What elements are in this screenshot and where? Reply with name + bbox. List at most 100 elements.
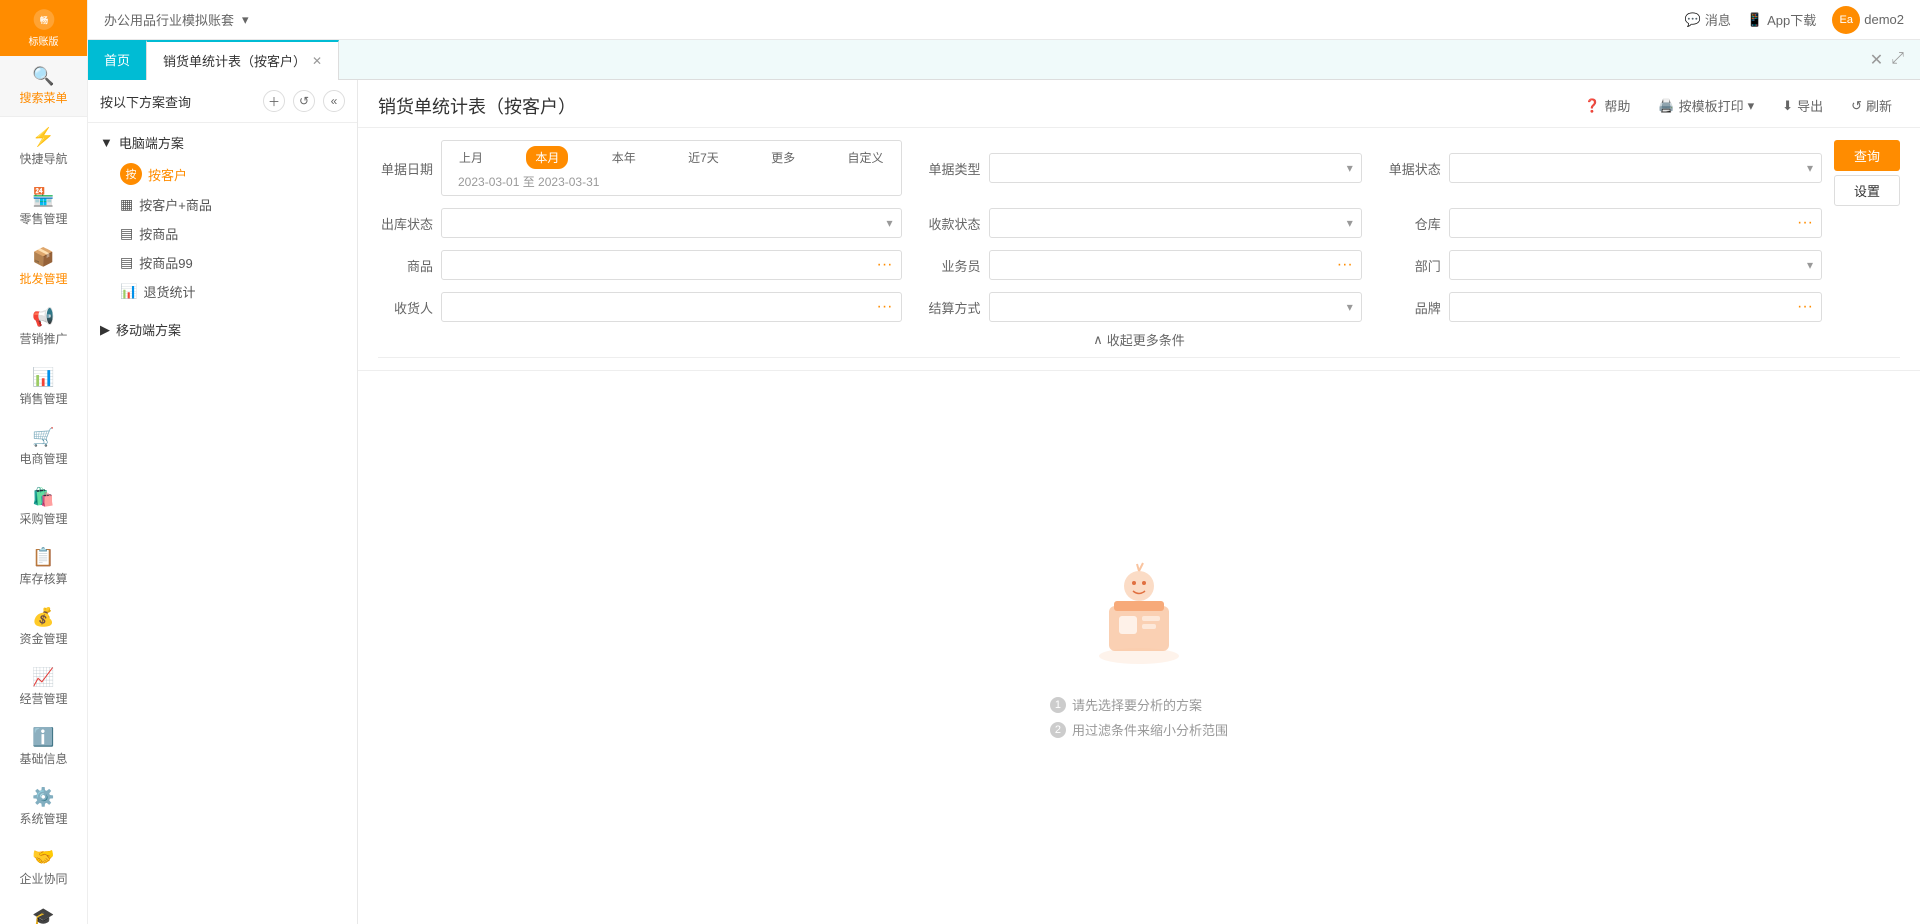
status-chevron-icon: ▾ <box>1807 161 1813 175</box>
finance-label: 资金管理 <box>19 630 67 647</box>
tree-child-by-customer[interactable]: 按 按客户 <box>108 158 357 190</box>
sidebar-item-collab[interactable]: 🤝 企业协同 <box>0 837 87 897</box>
operations-label: 经营管理 <box>19 690 67 707</box>
collection-chevron-icon: ▾ <box>1347 216 1353 230</box>
help-btn[interactable]: ❓ 帮助 <box>1576 92 1638 119</box>
salesperson-control[interactable]: ··· <box>989 250 1362 280</box>
sidebar-quicknav[interactable]: ⚡ 快捷导航 <box>0 117 87 177</box>
brand-dots[interactable]: ··· <box>1797 298 1813 316</box>
warehouse-control[interactable]: ··· <box>1449 208 1822 238</box>
tree-section-label: 电脑端方案 <box>119 133 184 152</box>
brand-label: 品牌 <box>1386 298 1441 317</box>
settlement-control[interactable]: ▾ <box>989 292 1362 322</box>
system-label: 系统管理 <box>19 810 67 827</box>
date-more[interactable]: 更多 <box>762 146 804 169</box>
query-btn[interactable]: 查询 <box>1834 140 1900 171</box>
warehouse-dots[interactable]: ··· <box>1797 214 1813 232</box>
collapse-row[interactable]: ∧ 收起更多条件 <box>378 322 1900 358</box>
receiver-label: 收货人 <box>378 298 433 317</box>
sidebar-item-system[interactable]: ⚙️ 系统管理 <box>0 777 87 837</box>
topbar: 办公用品行业模拟账套 ▾ 💬 消息 📱 App下载 Ea demo2 <box>88 0 1920 40</box>
tree-child-by-customer-goods[interactable]: ▦ 按客户+商品 <box>108 190 357 219</box>
tree-child-by-goods99[interactable]: ▤ 按商品99 <box>108 248 357 277</box>
message-icon: 💬 <box>1685 12 1701 28</box>
sidebar-item-operations[interactable]: 📈 经营管理 <box>0 657 87 717</box>
date-custom[interactable]: 自定义 <box>838 146 892 169</box>
left-panel-header: 按以下方案查询 ＋ ↺ « <box>88 80 357 123</box>
date-7days[interactable]: 近7天 <box>679 146 728 169</box>
by-customer-goods-icon: ▦ <box>120 196 133 213</box>
collapse-label: 收起更多条件 <box>1107 330 1185 349</box>
receiver-control[interactable]: ··· <box>441 292 902 322</box>
receiver-dots[interactable]: ··· <box>877 298 893 316</box>
user-info[interactable]: Ea demo2 <box>1832 6 1904 34</box>
left-panel-actions: ＋ ↺ « <box>263 90 345 112</box>
print-btn[interactable]: 🖨️ 按模板打印 ▾ <box>1650 92 1762 119</box>
app-download-btn[interactable]: 📱 App下载 <box>1747 10 1816 29</box>
filter-settlement: 结算方式 ▾ <box>926 292 1362 322</box>
sidebar-item-marketing[interactable]: 📢 营销推广 <box>0 297 87 357</box>
sidebar-item-wholesale[interactable]: 📦 批发管理 <box>0 237 87 297</box>
sidebar-item-retail[interactable]: 🏪 零售管理 <box>0 177 87 237</box>
date-this-year[interactable]: 本年 <box>603 146 645 169</box>
settings-btn[interactable]: 设置 <box>1834 175 1900 206</box>
sidebar-item-purchase[interactable]: 🛍️ 采购管理 <box>0 477 87 537</box>
filter-warehouse: 仓库 ··· <box>1386 208 1822 238</box>
sidebar-item-basic[interactable]: ℹ️ 基础信息 <box>0 717 87 777</box>
salesperson-dots[interactable]: ··· <box>1337 256 1353 274</box>
date-this-month[interactable]: 本月 <box>526 146 568 169</box>
department-label: 部门 <box>1386 256 1441 275</box>
ecommerce-icon: 🛒 <box>32 427 54 448</box>
sidebar-item-sales[interactable]: 📊 销售管理 <box>0 357 87 417</box>
goods-control[interactable]: ··· <box>441 250 902 280</box>
refresh-btn[interactable]: ↺ 刷新 <box>1843 92 1900 119</box>
type-label: 单据类型 <box>926 159 981 178</box>
refresh-icon: ↺ <box>1851 98 1862 114</box>
filter-row-4: 收货人 ··· 结算方式 ▾ <box>378 292 1822 322</box>
collapse-panel-btn[interactable]: « <box>323 90 345 112</box>
by-goods-icon: ▤ <box>120 225 133 242</box>
tab-home[interactable]: 首页 <box>88 40 146 80</box>
out-status-control[interactable]: ▾ <box>441 208 902 238</box>
brand-control[interactable]: ··· <box>1449 292 1822 322</box>
tip-item-2: 2 用过滤条件来缩小分析范围 <box>1050 720 1228 739</box>
tree-section-mobile-title[interactable]: ▶ 移动端方案 <box>88 314 357 345</box>
help-label: 帮助 <box>1604 96 1630 115</box>
status-control[interactable]: ▾ <box>1449 153 1822 183</box>
system-icon: ⚙️ <box>32 787 54 808</box>
tab-close-icon[interactable]: ✕ <box>312 54 322 68</box>
message-btn[interactable]: 💬 消息 <box>1685 10 1731 29</box>
filter-area: 单据日期 上月 本月 本年 近7天 更多 自定义 2023-03-01 至 20… <box>358 128 1920 371</box>
filter-salesperson: 业务员 ··· <box>926 250 1362 280</box>
tree-child-by-goods[interactable]: ▤ 按商品 <box>108 219 357 248</box>
tree-collapse-mobile-icon: ▶ <box>100 322 110 338</box>
filter-type: 单据类型 ▾ <box>926 153 1362 183</box>
maximize-icon[interactable]: ⤢ <box>1891 50 1904 70</box>
tip-num-2: 2 <box>1050 722 1066 738</box>
department-control[interactable]: ▾ <box>1449 250 1822 280</box>
collection-control[interactable]: ▾ <box>989 208 1362 238</box>
export-btn[interactable]: ⬇ 导出 <box>1774 92 1831 119</box>
topbar-dropdown[interactable]: ▾ <box>242 12 249 28</box>
tree-child-return-stat[interactable]: 📊 退货统计 <box>108 277 357 306</box>
goods-dots[interactable]: ··· <box>877 256 893 274</box>
filter-row-2: 出库状态 ▾ 收款状态 ▾ <box>378 208 1822 238</box>
tree-section-desktop-title[interactable]: ▼ 电脑端方案 <box>88 127 357 158</box>
topbar-title: 办公用品行业模拟账套 <box>104 10 234 29</box>
sidebar-item-inventory[interactable]: 📋 库存核算 <box>0 537 87 597</box>
date-last-month[interactable]: 上月 <box>450 146 492 169</box>
refresh-scheme-btn[interactable]: ↺ <box>293 90 315 112</box>
date-control[interactable]: 上月 本月 本年 近7天 更多 自定义 2023-03-01 至 2023-03… <box>441 140 902 196</box>
sidebar-item-guide[interactable]: 🎓 新手引导 <box>0 897 87 924</box>
type-control[interactable]: ▾ <box>989 153 1362 183</box>
sidebar-item-finance[interactable]: 💰 资金管理 <box>0 597 87 657</box>
content-area: 按以下方案查询 ＋ ↺ « ▼ 电脑端方案 按 按客户 <box>88 80 1920 924</box>
close-window-icon[interactable]: ✕ <box>1870 50 1883 70</box>
add-scheme-btn[interactable]: ＋ <box>263 90 285 112</box>
sidebar-item-ecommerce[interactable]: 🛒 电商管理 <box>0 417 87 477</box>
basic-label: 基础信息 <box>19 750 67 767</box>
tab-sales-stat[interactable]: 销货单统计表（按客户） ✕ <box>146 40 339 80</box>
topbar-right: 💬 消息 📱 App下载 Ea demo2 <box>1685 6 1904 34</box>
print-icon: 🖨️ <box>1658 98 1674 114</box>
sidebar-search[interactable]: 🔍 搜索菜单 <box>0 56 87 117</box>
